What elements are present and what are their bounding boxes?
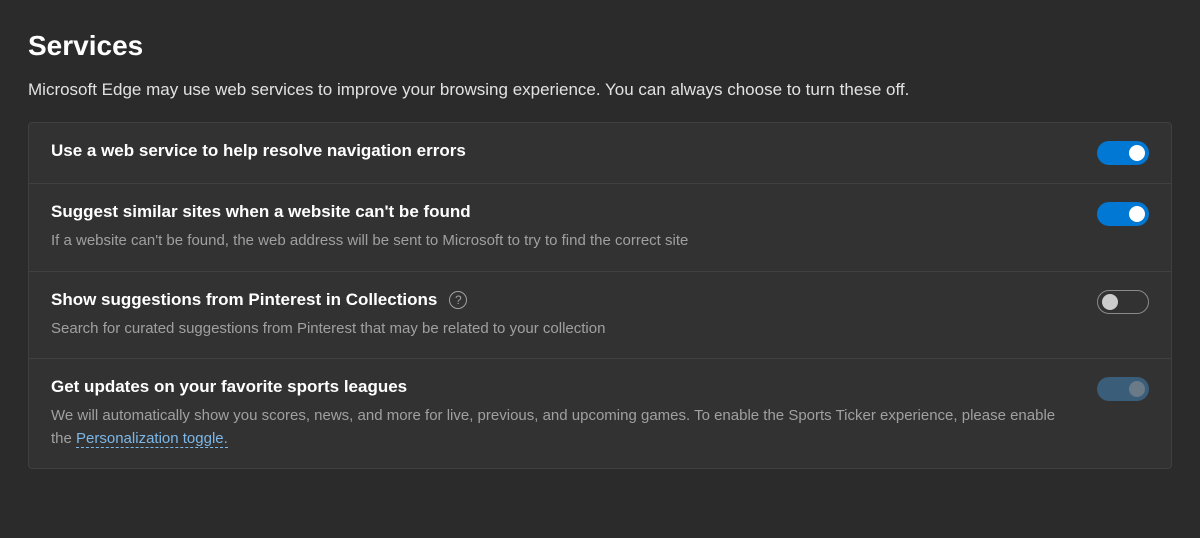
setting-title: Use a web service to help resolve naviga…: [51, 141, 1057, 161]
setting-row-similar-sites: Suggest similar sites when a website can…: [29, 184, 1171, 272]
setting-title: Get updates on your favorite sports leag…: [51, 377, 1057, 397]
toggle-sports: [1097, 377, 1149, 401]
setting-row-pinterest: Show suggestions from Pinterest in Colle…: [29, 272, 1171, 360]
setting-desc: We will automatically show you scores, n…: [51, 405, 1057, 450]
toggle-knob-icon: [1129, 381, 1145, 397]
setting-row-sports: Get updates on your favorite sports leag…: [29, 359, 1171, 468]
page-subtitle: Microsoft Edge may use web services to i…: [28, 80, 1172, 100]
settings-panel: Use a web service to help resolve naviga…: [28, 122, 1172, 469]
personalization-link[interactable]: Personalization toggle.: [76, 430, 228, 448]
toggle-knob-icon: [1102, 294, 1118, 310]
setting-title: Suggest similar sites when a website can…: [51, 202, 1057, 222]
toggle-knob-icon: [1129, 206, 1145, 222]
toggle-similar-sites[interactable]: [1097, 202, 1149, 226]
setting-title: Show suggestions from Pinterest in Colle…: [51, 290, 1057, 310]
setting-desc: If a website can't be found, the web add…: [51, 230, 1057, 253]
setting-title-text: Show suggestions from Pinterest in Colle…: [51, 290, 437, 310]
setting-row-navigation-errors: Use a web service to help resolve naviga…: [29, 123, 1171, 184]
setting-desc: Search for curated suggestions from Pint…: [51, 318, 1057, 341]
toggle-pinterest[interactable]: [1097, 290, 1149, 314]
toggle-knob-icon: [1129, 145, 1145, 161]
help-icon[interactable]: ?: [449, 291, 467, 309]
toggle-navigation-errors[interactable]: [1097, 141, 1149, 165]
page-title: Services: [28, 30, 1172, 62]
